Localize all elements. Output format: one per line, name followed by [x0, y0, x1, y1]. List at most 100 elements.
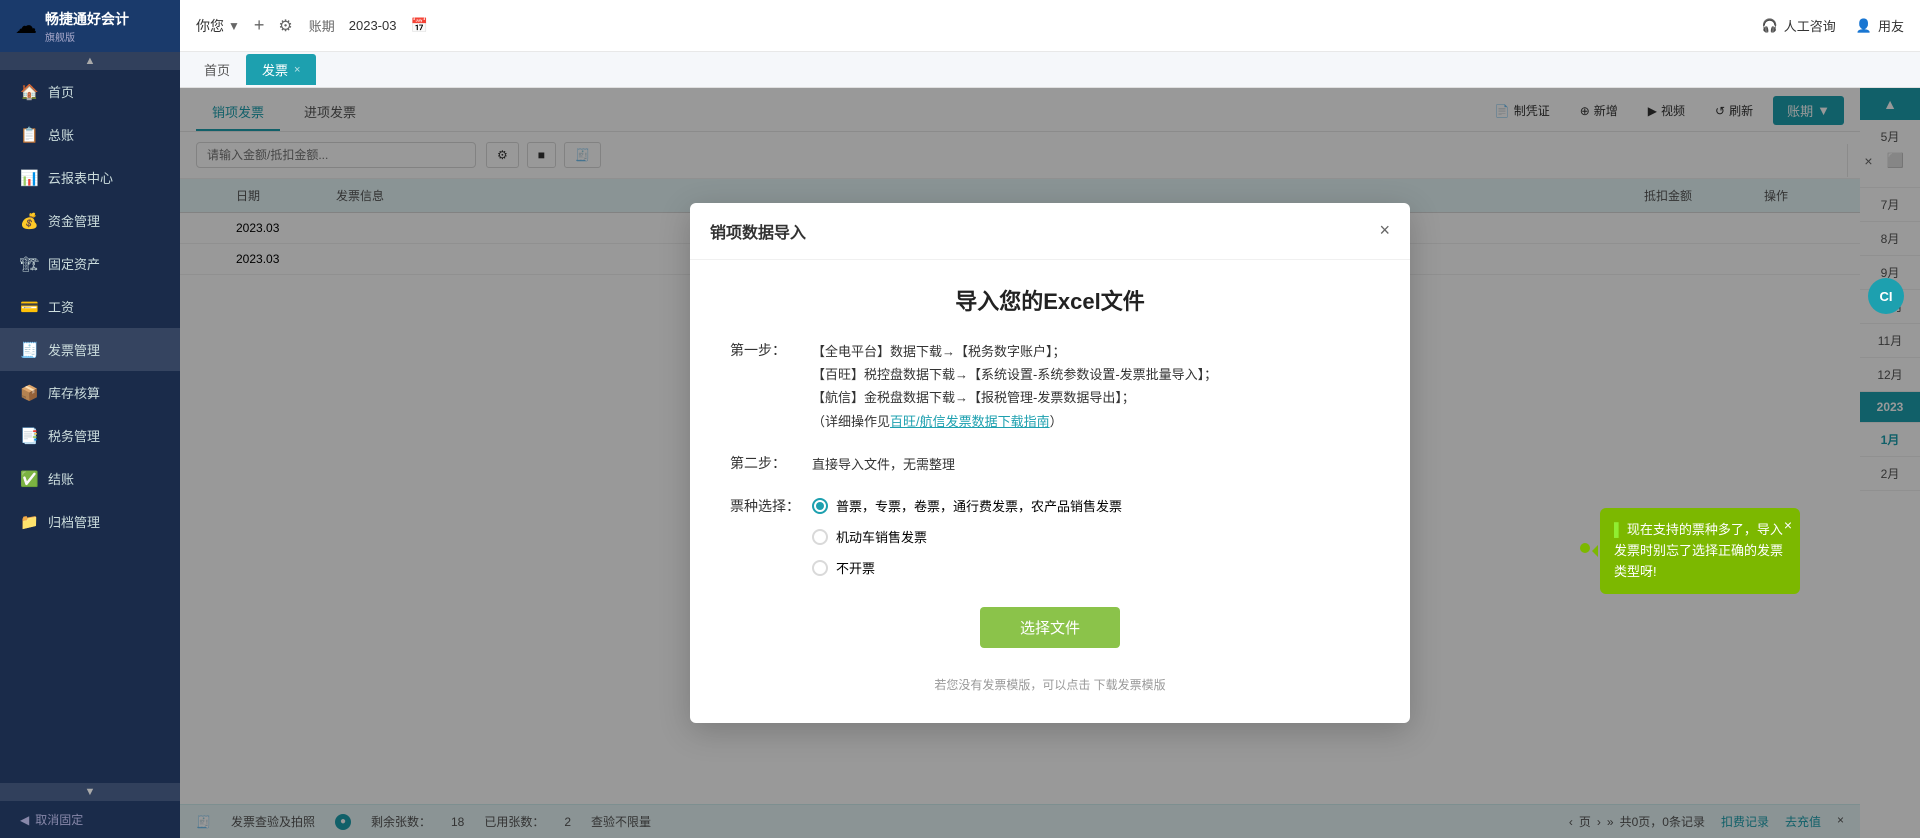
sidebar-nav: 🏠 首页 📋 总账 📊 云报表中心 💰 资金管理 🏗 固定资产 💳 工资	[0, 70, 180, 783]
avatar-initials: CI	[1880, 289, 1893, 304]
home-icon: 🏠	[20, 83, 38, 101]
user-icon: 👤	[1856, 18, 1872, 34]
modal-header: 销项数据导入 ×	[690, 203, 1410, 260]
tabs-bar: 首页 发票 ×	[180, 52, 1920, 88]
step1-link-row: （详细操作见百旺/航信发票数据下载指南）	[812, 410, 1217, 433]
unpin-label: 取消固定	[35, 811, 83, 828]
tab-home-label: 首页	[204, 60, 230, 79]
radio-option-0[interactable]: 普票，专票，卷票，通行费发票，农产品销售发票	[812, 496, 1122, 515]
ticket-label: 票种选择：	[730, 496, 800, 516]
radio-circle-2	[812, 560, 828, 576]
import-modal: 销项数据导入 × 导入您的Excel文件 第一步： 【全电平台】数据下载→【税务…	[690, 203, 1410, 724]
invoice-icon: 🧾	[20, 341, 38, 359]
logo-text: 畅捷通好会计	[45, 9, 129, 29]
ledger-icon: 📋	[20, 126, 38, 144]
sidebar-scroll-down[interactable]: ▼	[0, 783, 180, 801]
logo-icon: ☁	[15, 13, 37, 39]
user-menu-button[interactable]: 👤 用友	[1856, 16, 1904, 35]
step2-label: 第二步：	[730, 453, 800, 473]
modal-body: 导入您的Excel文件 第一步： 【全电平台】数据下载→【税务数字账户】； 【百…	[690, 260, 1410, 724]
funds-icon: 💰	[20, 212, 38, 230]
sidebar-item-inventory[interactable]: 📦 库存核算	[0, 371, 180, 414]
sidebar-item-archive[interactable]: 📁 归档管理	[0, 500, 180, 543]
tax-icon: 📑	[20, 427, 38, 445]
cloud-report-icon: 📊	[20, 169, 38, 187]
service-label: 人工咨询	[1784, 16, 1836, 35]
customer-service-button[interactable]: 🎧 人工咨询	[1762, 16, 1836, 35]
tab-invoice-close-icon[interactable]: ×	[294, 64, 300, 76]
logo-sub: 旗舰版	[45, 29, 129, 44]
tab-home[interactable]: 首页	[188, 54, 246, 85]
radio-circle-1	[812, 529, 828, 545]
modal-overlay: 销项数据导入 × 导入您的Excel文件 第一步： 【全电平台】数据下载→【税务…	[180, 88, 1920, 838]
sidebar-item-close-account[interactable]: ✅ 结账	[0, 457, 180, 500]
modal-big-title: 导入您的Excel文件	[730, 284, 1370, 316]
step1-label: 第一步：	[730, 340, 800, 360]
sidebar-item-cloud-report[interactable]: 📊 云报表中心	[0, 156, 180, 199]
user-label: 用友	[1878, 16, 1904, 35]
inventory-icon: 📦	[20, 384, 38, 402]
step1-guide-link[interactable]: 百旺/航信发票数据下载指南	[890, 414, 1050, 429]
unpin-icon: ◀	[20, 813, 29, 827]
modal-hint: 若您没有发票模版，可以点击 下载发票模版	[730, 676, 1370, 693]
topbar: 你您 ▼ + ⚙ 账期 2023-03 📅 🎧 人工咨询 👤 用友	[180, 0, 1920, 52]
step1-line1: 【全电平台】数据下载→【税务数字账户】；	[812, 340, 1217, 363]
close-account-icon: ✅	[20, 470, 38, 488]
step1-line3: 【航信】金税盘数据下载→【报税管理-发票数据导出】；	[812, 386, 1217, 409]
radio-label-2: 不开票	[836, 558, 875, 577]
archive-icon: 📁	[20, 513, 38, 531]
radio-option-1[interactable]: 机动车销售发票	[812, 527, 1122, 546]
tab-invoice[interactable]: 发票 ×	[246, 54, 316, 85]
tooltip-bar-icon: ▌	[1614, 522, 1623, 537]
step1-link-prefix: （详细操作见	[812, 414, 890, 429]
download-template-link[interactable]: 下载发票模版	[1094, 678, 1166, 692]
sidebar-item-salary[interactable]: 💳 工资	[0, 285, 180, 328]
hint-text: 若您没有发票模版，可以点击	[934, 678, 1090, 692]
step1-link-suffix: ）	[1050, 414, 1063, 429]
period-value: 2023-03	[349, 18, 397, 33]
radio-label-1: 机动车销售发票	[836, 527, 927, 546]
ticket-choice-row: 票种选择： 普票，专票，卷票，通行费发票，农产品销售发票 机动车销售发票	[730, 496, 1370, 577]
radio-group: 普票，专票，卷票，通行费发票，农产品销售发票 机动车销售发票 不开票	[812, 496, 1122, 577]
sidebar-item-ledger[interactable]: 📋 总账	[0, 113, 180, 156]
content-area: 销项发票 进项发票 📄 制凭证 ⊕ 新增	[180, 88, 1920, 838]
settings-icon[interactable]: ⚙	[278, 16, 292, 36]
tooltip-text: 现在支持的票种多了，导入发票时别忘了选择正确的发票类型呀!	[1614, 522, 1783, 579]
radio-option-2[interactable]: 不开票	[812, 558, 1122, 577]
modal-close-button[interactable]: ×	[1379, 220, 1390, 241]
fixed-assets-icon: 🏗	[20, 255, 38, 273]
sidebar-item-invoice[interactable]: 🧾 发票管理	[0, 328, 180, 371]
sidebar: ☁ 畅捷通好会计 旗舰版 ▲ 🏠 首页 📋 总账 📊 云报表中心 💰 资金管理	[0, 0, 180, 838]
company-chevron-icon: ▼	[228, 19, 240, 33]
sidebar-item-tax[interactable]: 📑 税务管理	[0, 414, 180, 457]
calendar-icon[interactable]: 📅	[410, 17, 427, 34]
company-selector[interactable]: 你您 ▼	[196, 16, 240, 36]
modal-title: 销项数据导入	[710, 219, 806, 243]
sidebar-bottom-unpin[interactable]: ◀ 取消固定	[0, 801, 180, 838]
tab-invoice-label: 发票	[262, 60, 288, 79]
tooltip-popup: × ▌ 现在支持的票种多了，导入发票时别忘了选择正确的发票类型呀!	[1600, 508, 1800, 594]
tooltip-connector-dot	[1580, 543, 1590, 553]
radio-label-0: 普票，专票，卷票，通行费发票，农产品销售发票	[836, 496, 1122, 515]
add-company-button[interactable]: +	[250, 15, 269, 36]
salary-icon: 💳	[20, 298, 38, 316]
modal-footer: 选择文件	[730, 597, 1370, 668]
avatar: CI	[1868, 278, 1904, 314]
sidebar-item-funds[interactable]: 💰 资金管理	[0, 199, 180, 242]
sidebar-item-home[interactable]: 🏠 首页	[0, 70, 180, 113]
step1-content: 【全电平台】数据下载→【税务数字账户】； 【百旺】税控盘数据下载→【系统设置-系…	[812, 340, 1217, 434]
topbar-right: 🎧 人工咨询 👤 用友	[1762, 16, 1904, 35]
tooltip-close-button[interactable]: ×	[1784, 514, 1792, 536]
step2-content: 直接导入文件，无需整理	[812, 453, 955, 476]
step1-row: 第一步： 【全电平台】数据下载→【税务数字账户】； 【百旺】税控盘数据下载→【系…	[730, 340, 1370, 434]
sidebar-item-fixed-assets[interactable]: 🏗 固定资产	[0, 242, 180, 285]
sidebar-logo: ☁ 畅捷通好会计 旗舰版	[0, 0, 180, 52]
select-file-button[interactable]: 选择文件	[980, 607, 1120, 648]
headset-icon: 🎧	[1762, 18, 1778, 34]
step2-row: 第二步： 直接导入文件，无需整理	[730, 453, 1370, 476]
sidebar-scroll-up[interactable]: ▲	[0, 52, 180, 70]
company-name: 你您	[196, 16, 224, 36]
radio-circle-0	[812, 498, 828, 514]
step1-line2: 【百旺】税控盘数据下载→【系统设置-系统参数设置-发票批量导入】；	[812, 363, 1217, 386]
main-content: 你您 ▼ + ⚙ 账期 2023-03 📅 🎧 人工咨询 👤 用友	[180, 0, 1920, 838]
